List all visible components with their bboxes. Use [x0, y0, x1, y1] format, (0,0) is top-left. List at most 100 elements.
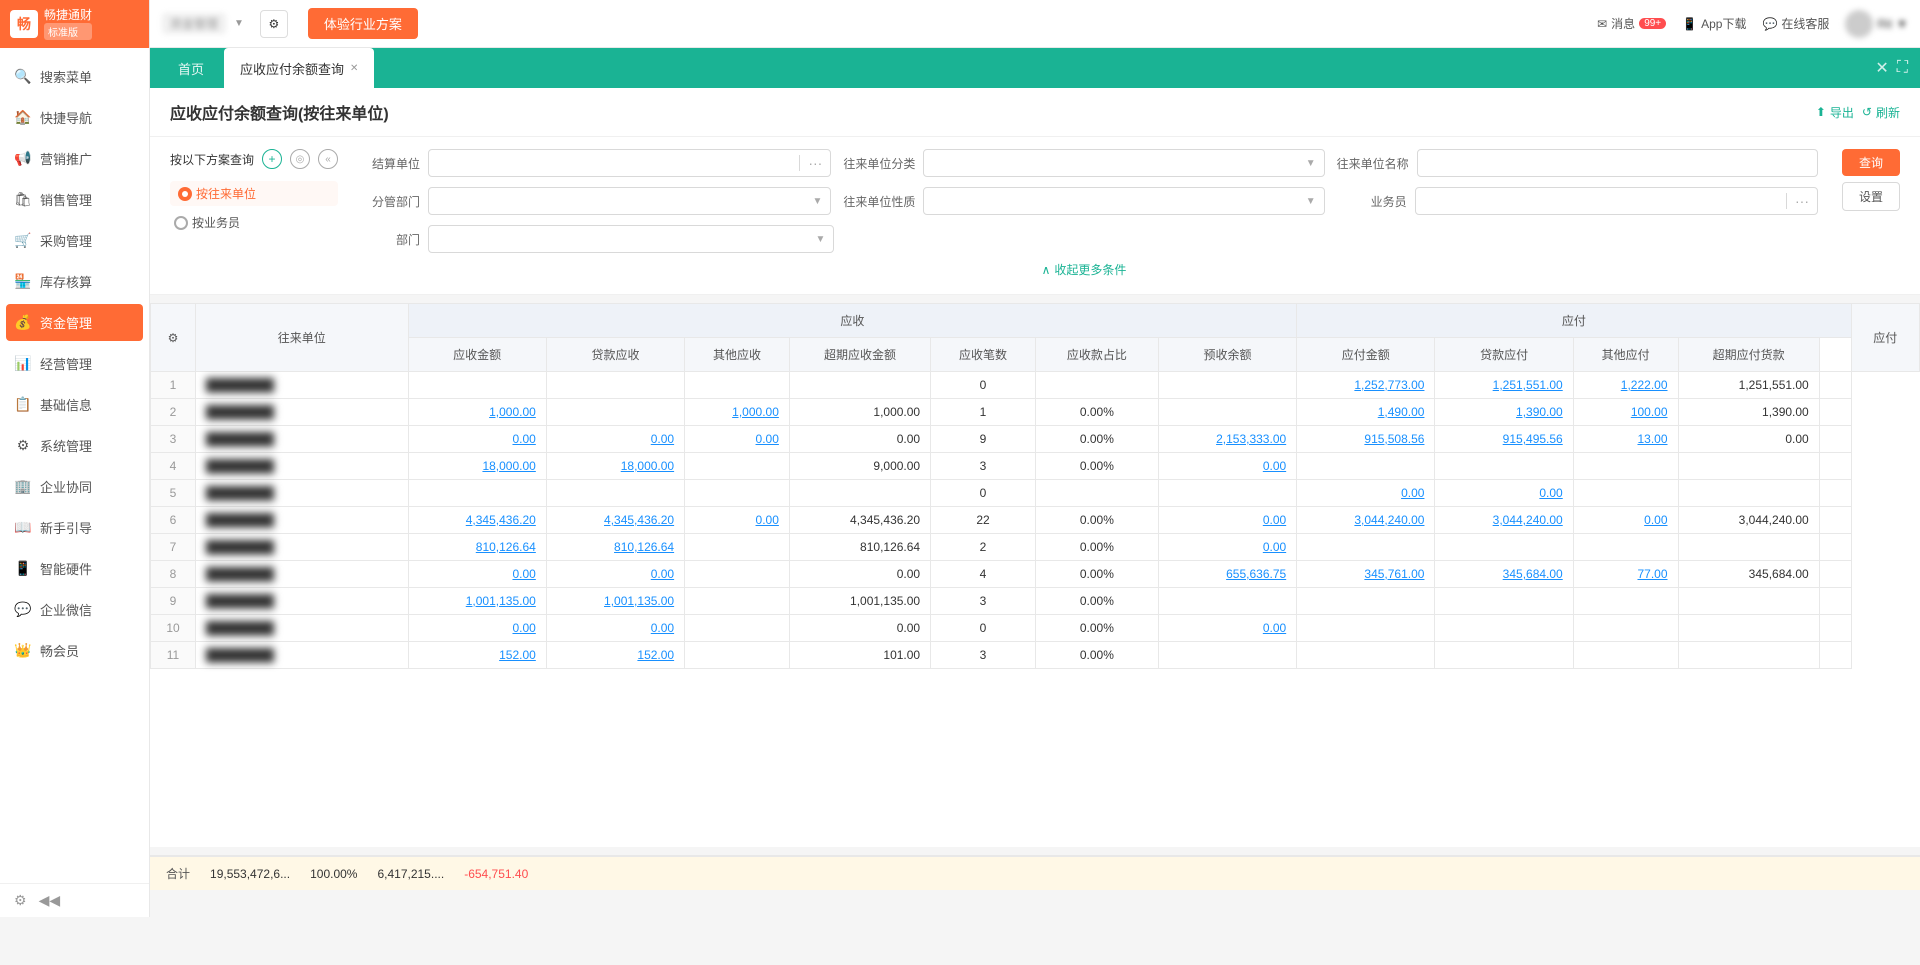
tab-close-icon[interactable]: ✕	[350, 63, 358, 74]
th-settings[interactable]: ⚙	[151, 304, 196, 372]
tab-home[interactable]: 首页	[162, 48, 220, 88]
service-btn[interactable]: 💬 在线客服	[1762, 15, 1829, 32]
sidebar-label: 资金管理	[40, 313, 92, 332]
th-ar-amount: 应收金额	[408, 338, 546, 372]
footer-ar-ratio: 100.00%	[310, 867, 357, 881]
filter-by-unit[interactable]: 按往来单位	[170, 181, 338, 206]
operations-icon: 📊	[14, 355, 32, 372]
field-partner-name: 往来单位名称	[1337, 149, 1818, 177]
query-button[interactable]: 查询	[1842, 149, 1900, 176]
collapse-label: 收起更多条件	[1054, 261, 1126, 278]
search-scheme-label: 按以下方案查询	[170, 151, 254, 168]
message-label: 消息	[1611, 15, 1635, 32]
field-partner-nature: 往来单位性质 ▼	[843, 187, 1324, 215]
th-ar-ratio: 应收款占比	[1035, 338, 1158, 372]
logo-badge: 标准版	[44, 23, 92, 40]
collapse-icon: ∧	[1042, 263, 1051, 277]
download-label: App下载	[1701, 15, 1746, 32]
sidebar-item-search-menu[interactable]: 🔍 搜索菜单	[0, 56, 149, 97]
user-name: Rit	[1877, 17, 1892, 31]
settlement-unit-input[interactable]: ···	[428, 149, 831, 177]
th-ar-other: 其他应收	[685, 338, 790, 372]
target-scheme-btn[interactable]: ◎	[290, 149, 310, 169]
breadcrumb-area: 资金管理 ▼ ⚙ 体验行业方案	[162, 8, 1597, 39]
sidebar-item-inventory[interactable]: 🏪 库存核算	[0, 261, 149, 302]
member-icon: 👑	[14, 642, 32, 659]
th-ap-other: 其他应付	[1573, 338, 1678, 372]
sidebar-item-enterprise[interactable]: 🏢 企业协同	[0, 466, 149, 507]
partner-category-select[interactable]: ▼	[923, 149, 1324, 177]
collapse-more-btn[interactable]: ∧ 收起更多条件	[1030, 257, 1139, 282]
page-content: 应收应付余额查询(按往来单位) ⬆ 导出 ↺ 刷新 按以下方案查询	[150, 88, 1920, 917]
dept-select[interactable]: ▼	[428, 225, 834, 253]
logo-text-area: 畅捷通财 标准版	[44, 8, 92, 41]
main-area: 首页 应收应付余额查询 ✕ ✕ ⛶ 应收应付余额查询(按往来单位) ⬆ 导出 ↺…	[150, 48, 1920, 917]
tab-ar-ap[interactable]: 应收应付余额查询 ✕	[224, 48, 374, 88]
sidebar-item-operations[interactable]: 📊 经营管理	[0, 343, 149, 384]
th-ap-overdue: 超期应付货款	[1678, 338, 1819, 372]
close-window-btn[interactable]: ✕	[1875, 58, 1888, 78]
marketing-icon: 📢	[14, 150, 32, 167]
setting-button[interactable]: 设置	[1842, 182, 1900, 211]
sidebar-item-member[interactable]: 👑 畅会员	[0, 630, 149, 671]
filter-by-staff[interactable]: 按业务员	[170, 210, 338, 235]
table-row: 10████████0.000.000.0000.00%0.00	[151, 615, 1920, 642]
download-btn[interactable]: 📱 App下载	[1682, 15, 1746, 32]
filter-dot-outline	[174, 216, 188, 230]
dept-manager-select[interactable]: ▼	[428, 187, 831, 215]
table-row: 4████████18,000.0018,000.009,000.0030.00…	[151, 453, 1920, 480]
sidebar-logo: 畅 畅捷通财 标准版	[0, 0, 149, 48]
header-right: ✉ 消息 99+ 📱 App下载 💬 在线客服 Rit ▼	[1597, 10, 1908, 38]
sidebar-item-sales[interactable]: 🛍 销售管理	[0, 179, 149, 220]
th-partner: 往来单位	[196, 304, 409, 372]
user-area[interactable]: Rit ▼	[1845, 10, 1908, 38]
partner-nature-select[interactable]: ▼	[923, 187, 1324, 215]
sidebar-item-basic-info[interactable]: 📋 基础信息	[0, 384, 149, 425]
sidebar-menu: 🔍 搜索菜单 🏠 快捷导航 📢 营销推广 🛍 销售管理 🛒	[0, 48, 149, 883]
message-btn[interactable]: ✉ 消息 99+	[1597, 15, 1666, 32]
gear-button[interactable]: ⚙	[260, 10, 288, 38]
sidebar-item-quick-nav[interactable]: 🏠 快捷导航	[0, 97, 149, 138]
th-receivable-group: 应收	[408, 304, 1297, 338]
sidebar-item-hardware[interactable]: 📱 智能硬件	[0, 548, 149, 589]
service-label: 在线客服	[1781, 15, 1829, 32]
export-btn[interactable]: ⬆ 导出	[1816, 104, 1854, 121]
download-icon: 📱	[1682, 17, 1697, 31]
table-settings-icon[interactable]: ⚙	[161, 326, 185, 350]
partner-nature-arrow: ▼	[1306, 196, 1316, 207]
expand-window-btn[interactable]: ⛶	[1897, 59, 1908, 77]
partner-name-input[interactable]	[1417, 149, 1818, 177]
service-icon: 💬	[1762, 17, 1777, 31]
table-container[interactable]: ⚙ 往来单位 应收 应付 应付 应收金额 贷款应收 其他应收 超期应收金额 应收…	[150, 303, 1920, 847]
table-footer: 合计 19,553,472,6... 100.00% 6,417,215....…	[150, 855, 1920, 890]
filter-by-staff-label: 按业务员	[192, 214, 240, 231]
basic-info-icon: 📋	[14, 396, 32, 413]
trial-btn[interactable]: 体验行业方案	[308, 8, 418, 39]
sidebar-item-system[interactable]: ⚙ 系统管理	[0, 425, 149, 466]
data-table: ⚙ 往来单位 应收 应付 应付 应收金额 贷款应收 其他应收 超期应收金额 应收…	[150, 303, 1920, 669]
sidebar-item-wechat[interactable]: 💬 企业微信	[0, 589, 149, 630]
sidebar-item-finance[interactable]: 💰 资金管理	[0, 302, 149, 343]
collapse-sidebar-btn[interactable]: ◀◀	[39, 892, 61, 909]
salesperson-input[interactable]: ···	[1415, 187, 1818, 215]
settlement-unit-dots[interactable]: ···	[799, 155, 830, 171]
sidebar-item-purchase[interactable]: 🛒 采购管理	[0, 220, 149, 261]
field-dept-manager: 分管部门 ▼	[350, 187, 831, 215]
th-ar-count: 应收笔数	[931, 338, 1036, 372]
sidebar-item-marketing[interactable]: 📢 营销推广	[0, 138, 149, 179]
settings-bottom-icon[interactable]: ⚙	[14, 892, 27, 909]
add-scheme-btn[interactable]: +	[262, 149, 282, 169]
sidebar-item-guide[interactable]: 📖 新手引导	[0, 507, 149, 548]
filter-by-unit-label: 按往来单位	[196, 185, 256, 202]
sidebar-label: 库存核算	[40, 272, 92, 291]
refresh-icon: ↺	[1862, 105, 1872, 119]
salesperson-dots[interactable]: ···	[1786, 193, 1817, 209]
user-chevron: ▼	[1896, 17, 1908, 31]
sidebar-label: 系统管理	[40, 436, 92, 455]
footer-ar-total: 19,553,472,6...	[210, 867, 290, 881]
collapse-scheme-btn[interactable]: «	[318, 149, 338, 169]
refresh-btn[interactable]: ↺ 刷新	[1862, 104, 1900, 121]
sidebar-bottom: ⚙ ◀◀	[0, 883, 149, 917]
search-fields: 结算单位 ··· 往来单位分类 ▼	[350, 149, 1818, 282]
page-title: 应收应付余额查询(按往来单位)	[170, 100, 389, 124]
